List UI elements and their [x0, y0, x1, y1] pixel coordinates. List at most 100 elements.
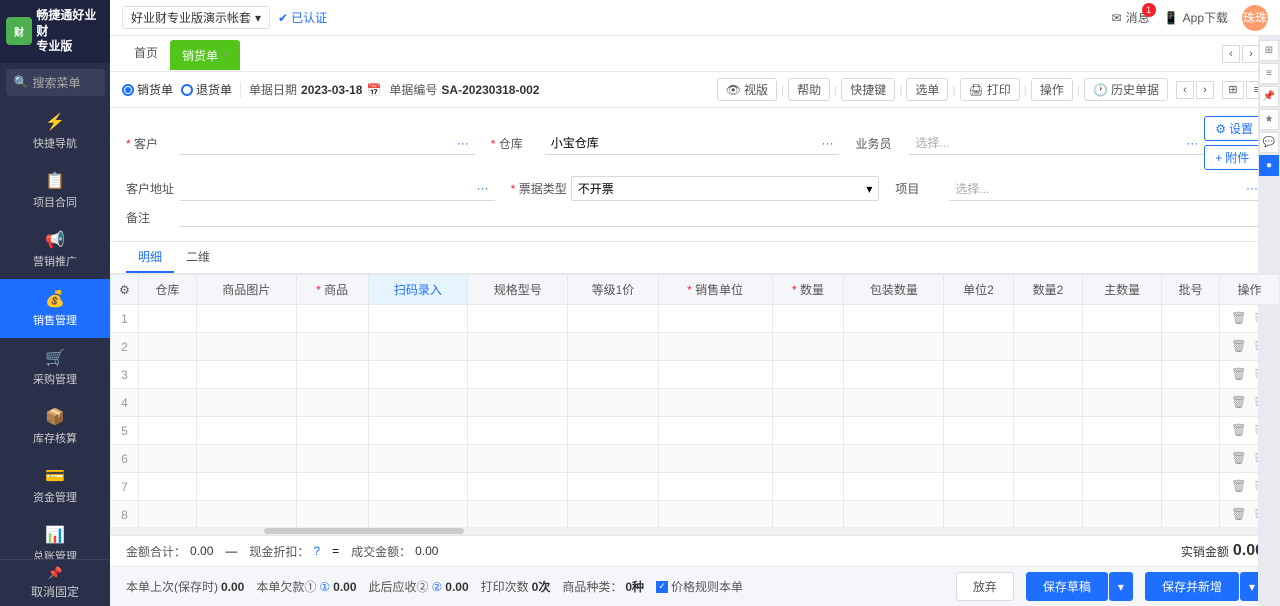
scroll-thumb[interactable]: [264, 528, 464, 534]
row-qty2[interactable]: [1013, 389, 1083, 417]
sidebar-search[interactable]: 🔍 搜索菜单: [6, 69, 105, 96]
right-panel-btn-1[interactable]: ⊞: [1259, 40, 1279, 61]
row-qty[interactable]: [772, 305, 844, 333]
view-btn[interactable]: 👁 视版: [717, 78, 777, 101]
row-pack-qty[interactable]: [844, 417, 944, 445]
row-batch[interactable]: [1162, 361, 1220, 389]
row-warehouse[interactable]: [139, 417, 197, 445]
row-spec[interactable]: [468, 445, 568, 473]
row-delete-btn[interactable]: 🗑: [1230, 337, 1248, 355]
debt-help-icon[interactable]: ①: [319, 580, 330, 594]
sidebar-item-purchase[interactable]: 🛒 采购管理: [0, 338, 110, 397]
row-spec[interactable]: [468, 305, 568, 333]
row-delete-btn[interactable]: 🗑: [1230, 393, 1248, 411]
row-pack-qty[interactable]: [844, 473, 944, 501]
row-barcode[interactable]: [368, 389, 468, 417]
app-download-btn[interactable]: 📱 App下载: [1164, 9, 1228, 26]
row-product[interactable]: [296, 473, 368, 501]
row-qty2[interactable]: [1013, 333, 1083, 361]
row-product[interactable]: [296, 501, 368, 528]
sidebar-item-inventory[interactable]: 📦 库存核算: [0, 397, 110, 456]
row-delete-btn[interactable]: 🗑: [1230, 477, 1248, 495]
right-panel-btn-6[interactable]: ●: [1259, 155, 1279, 176]
select-btn[interactable]: 选单: [906, 78, 948, 101]
row-sales-unit[interactable]: [658, 445, 772, 473]
project-input[interactable]: 选择... ···: [949, 177, 1264, 201]
row-batch[interactable]: [1162, 417, 1220, 445]
row-spec[interactable]: [468, 501, 568, 528]
row-unit2[interactable]: [944, 389, 1014, 417]
row-price1[interactable]: [568, 473, 659, 501]
sidebar-item-accounting[interactable]: 📊 总账管理: [0, 515, 110, 559]
sidebar-item-project-contract[interactable]: 📋 项目合同: [0, 161, 110, 220]
row-pack-qty[interactable]: [844, 445, 944, 473]
row-unit2[interactable]: [944, 417, 1014, 445]
row-main-qty[interactable]: [1083, 389, 1162, 417]
row-spec[interactable]: [468, 333, 568, 361]
save-draft-btn[interactable]: 保存草稿: [1026, 572, 1108, 601]
row-qty[interactable]: [772, 417, 844, 445]
row-sales-unit[interactable]: [658, 389, 772, 417]
address-dots-btn[interactable]: ···: [477, 181, 489, 195]
row-delete-btn[interactable]: 🗑: [1230, 449, 1248, 467]
row-unit2[interactable]: [944, 333, 1014, 361]
tab-prev-btn[interactable]: ‹: [1222, 45, 1240, 63]
row-barcode[interactable]: [368, 333, 468, 361]
row-warehouse[interactable]: [139, 361, 197, 389]
row-main-qty[interactable]: [1083, 305, 1162, 333]
grid-view-btn[interactable]: ⊞: [1222, 81, 1244, 99]
right-panel-btn-3[interactable]: 📌: [1259, 86, 1279, 107]
radio-sales[interactable]: 销货单: [122, 81, 173, 98]
row-price1[interactable]: [568, 361, 659, 389]
row-batch[interactable]: [1162, 473, 1220, 501]
row-unit2[interactable]: [944, 501, 1014, 528]
calendar-icon[interactable]: 📅: [366, 83, 381, 97]
setup-btn[interactable]: ⚙ 设置: [1204, 116, 1264, 141]
message-btn[interactable]: ✉ 1 消息: [1112, 9, 1150, 26]
row-spec[interactable]: [468, 473, 568, 501]
row-price1[interactable]: [568, 333, 659, 361]
row-sales-unit[interactable]: [658, 473, 772, 501]
attach-btn[interactable]: + 附件: [1204, 145, 1264, 170]
row-qty[interactable]: [772, 333, 844, 361]
row-warehouse[interactable]: [139, 445, 197, 473]
horizontal-scrollbar[interactable]: [110, 527, 1280, 535]
row-unit2[interactable]: [944, 305, 1014, 333]
sidebar-item-sales[interactable]: 💰 销售管理: [0, 279, 110, 338]
row-price1[interactable]: [568, 305, 659, 333]
row-sales-unit[interactable]: [658, 361, 772, 389]
row-main-qty[interactable]: [1083, 473, 1162, 501]
row-barcode[interactable]: [368, 305, 468, 333]
right-panel-btn-5[interactable]: 💬: [1259, 132, 1279, 153]
row-batch[interactable]: [1162, 445, 1220, 473]
row-spec[interactable]: [468, 361, 568, 389]
project-dots-btn[interactable]: ···: [1246, 181, 1258, 195]
company-selector[interactable]: 好业财专业版演示帐套 ▾: [122, 6, 270, 29]
row-main-qty[interactable]: [1083, 333, 1162, 361]
row-qty[interactable]: [772, 389, 844, 417]
col-settings[interactable]: ⚙: [111, 275, 139, 305]
row-batch[interactable]: [1162, 501, 1220, 528]
row-warehouse[interactable]: [139, 305, 197, 333]
row-product[interactable]: [296, 389, 368, 417]
row-barcode[interactable]: [368, 501, 468, 528]
row-main-qty[interactable]: [1083, 417, 1162, 445]
invoice-select[interactable]: 不开票 ▾: [571, 176, 880, 201]
row-delete-btn[interactable]: 🗑: [1230, 365, 1248, 383]
warehouse-dots-btn[interactable]: ···: [821, 136, 833, 150]
row-barcode[interactable]: [368, 445, 468, 473]
row-barcode[interactable]: [368, 361, 468, 389]
row-qty2[interactable]: [1013, 445, 1083, 473]
row-qty2[interactable]: [1013, 417, 1083, 445]
warehouse-input[interactable]: 小宝仓库 ···: [545, 131, 840, 155]
tab-close-icon[interactable]: ×: [222, 50, 228, 61]
row-price1[interactable]: [568, 417, 659, 445]
row-qty2[interactable]: [1013, 501, 1083, 528]
row-product-img[interactable]: [196, 473, 296, 501]
help-icon[interactable]: ?: [313, 544, 320, 558]
row-batch[interactable]: [1162, 389, 1220, 417]
row-product-img[interactable]: [196, 333, 296, 361]
row-price1[interactable]: [568, 501, 659, 528]
row-unit2[interactable]: [944, 361, 1014, 389]
row-product-img[interactable]: [196, 445, 296, 473]
